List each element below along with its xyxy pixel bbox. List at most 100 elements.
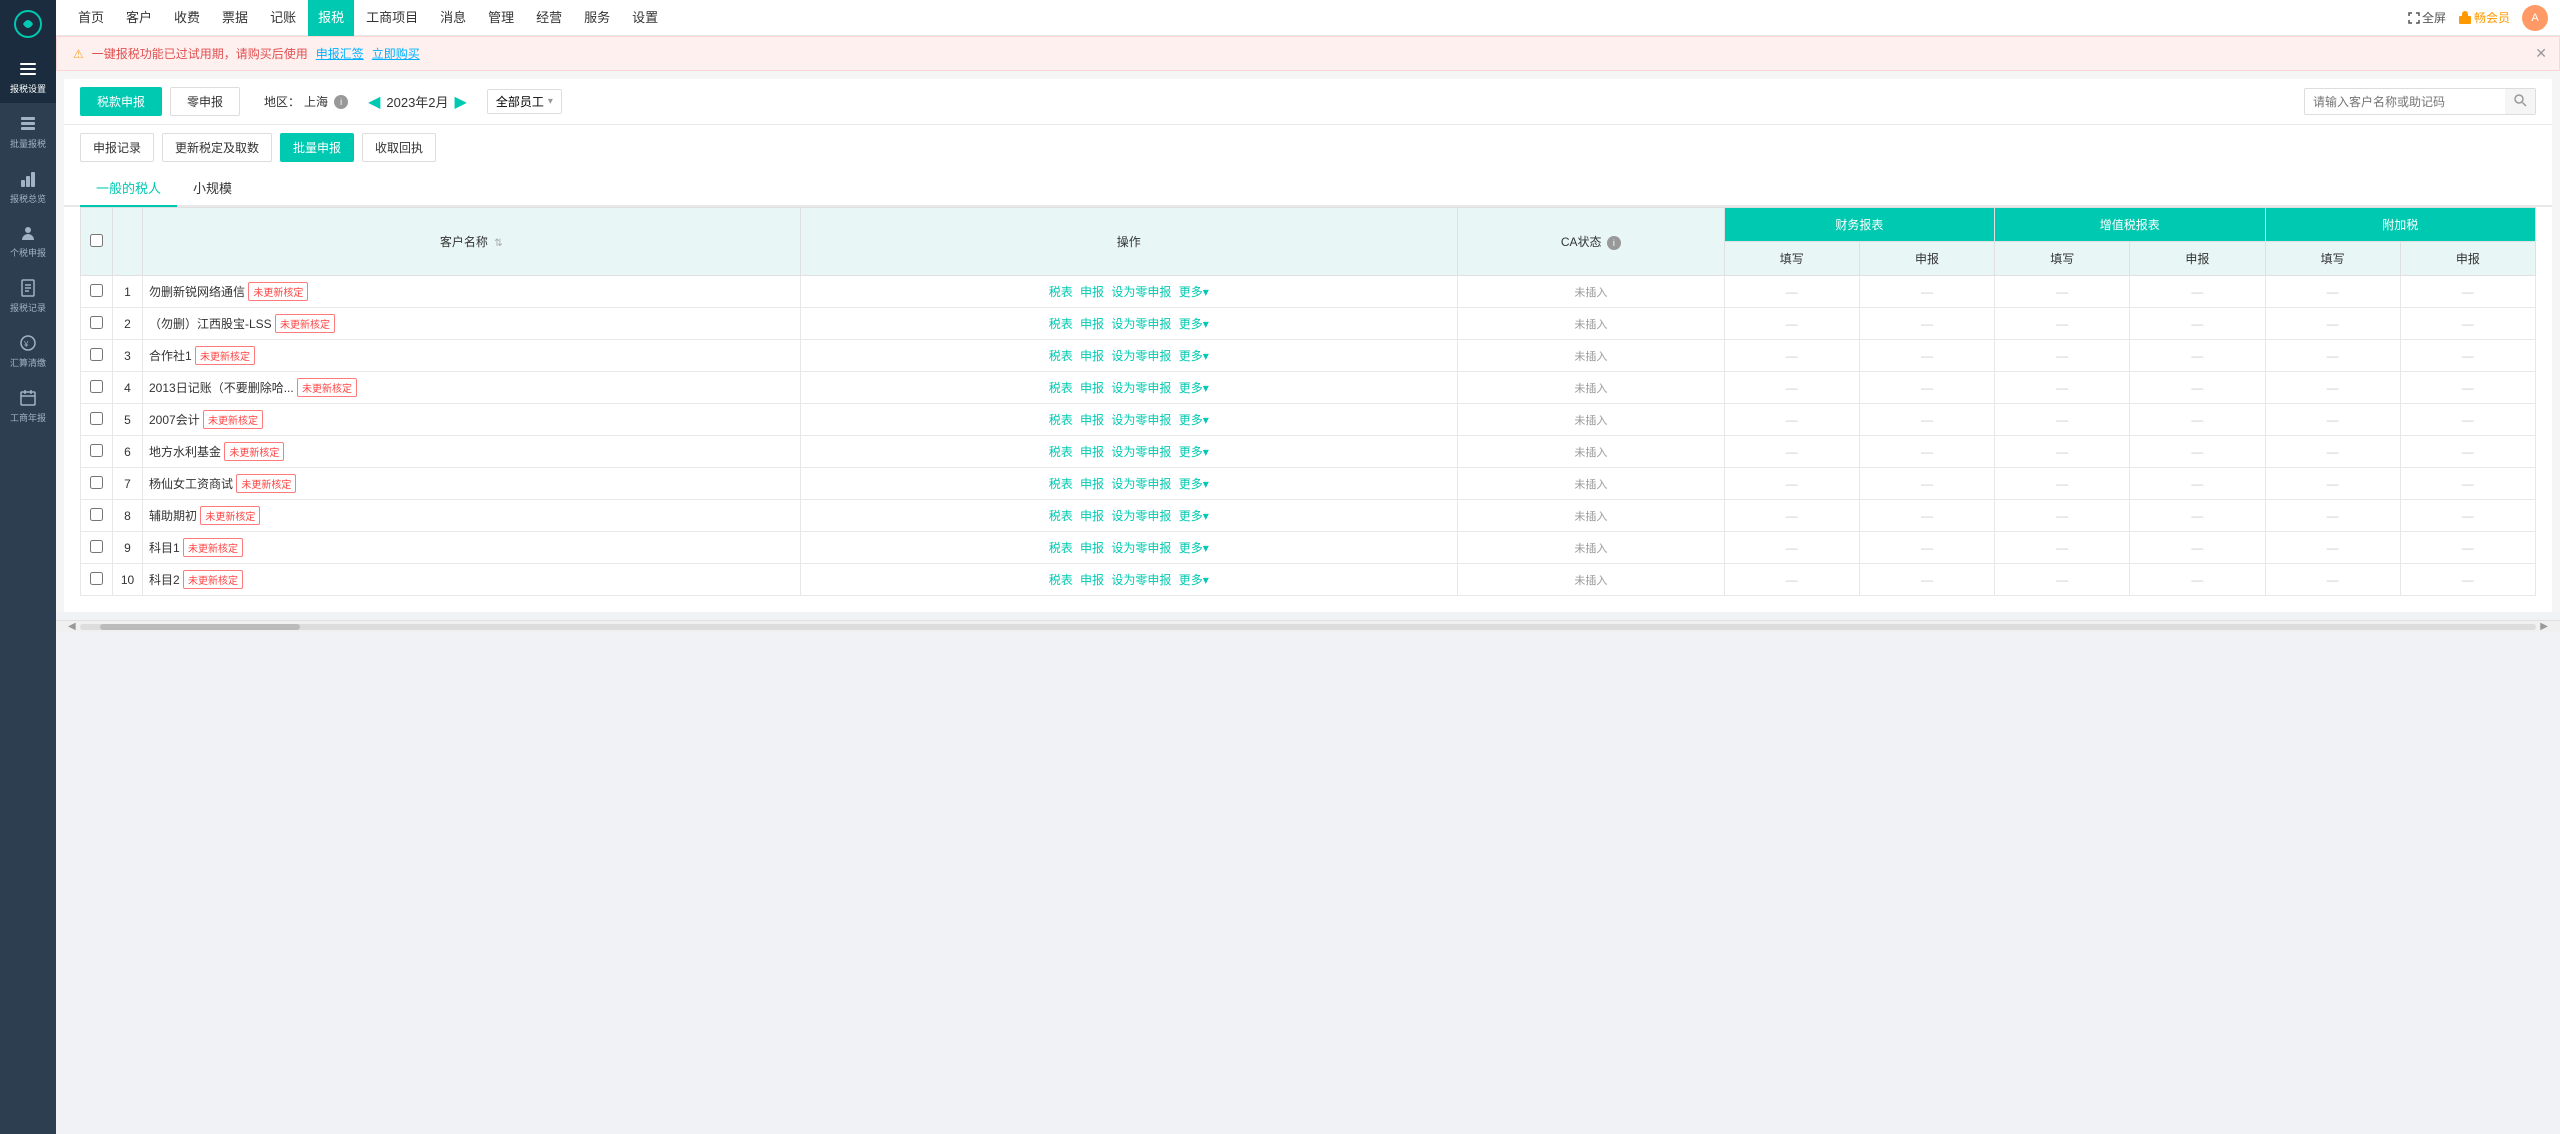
nav-service[interactable]: 服务 [574, 0, 620, 36]
row-checkbox[interactable] [90, 348, 103, 361]
row-checkbox-cell[interactable] [81, 308, 113, 340]
subtab-general[interactable]: 一般的税人 [80, 170, 177, 207]
staff-dropdown[interactable]: 全部员工 ▾ [487, 89, 562, 114]
row-checkbox-cell[interactable] [81, 532, 113, 564]
nav-operation[interactable]: 经营 [526, 0, 572, 36]
scroll-track[interactable] [80, 624, 2537, 630]
nav-accounting[interactable]: 记账 [260, 0, 306, 36]
op-apply[interactable]: 申报 [1080, 477, 1104, 491]
op-tax-table[interactable]: 税表 [1049, 317, 1073, 331]
ca-info-icon[interactable]: i [1607, 236, 1621, 250]
op-more[interactable]: 更多▾ [1179, 477, 1209, 491]
op-more[interactable]: 更多▾ [1179, 285, 1209, 299]
op-apply[interactable]: 申报 [1080, 381, 1104, 395]
row-checkbox[interactable] [90, 316, 103, 329]
op-more[interactable]: 更多▾ [1179, 509, 1209, 523]
date-next-button[interactable]: ▶ [455, 92, 467, 112]
row-checkbox-cell[interactable] [81, 276, 113, 308]
sidebar-item-personal-tax[interactable]: 个税申报 [0, 212, 56, 267]
nav-manage[interactable]: 管理 [478, 0, 524, 36]
op-apply[interactable]: 申报 [1080, 509, 1104, 523]
op-apply[interactable]: 申报 [1080, 317, 1104, 331]
row-checkbox-cell[interactable] [81, 340, 113, 372]
banner-link-buy[interactable]: 立即购买 [372, 45, 420, 62]
op-zero[interactable]: 设为零申报 [1111, 477, 1171, 491]
op-zero[interactable]: 设为零申报 [1111, 413, 1171, 427]
op-zero[interactable]: 设为零申报 [1111, 573, 1171, 587]
sidebar-item-record[interactable]: 报税记录 [0, 267, 56, 322]
tab-zero-apply[interactable]: 零申报 [170, 87, 240, 116]
banner-close-button[interactable]: ✕ [2535, 45, 2547, 62]
scroll-thumb[interactable] [100, 624, 300, 630]
row-checkbox-cell[interactable] [81, 468, 113, 500]
col-select-all[interactable] [81, 208, 113, 276]
op-tax-table[interactable]: 税表 [1049, 509, 1073, 523]
region-info-icon[interactable]: i [334, 95, 348, 109]
nav-fee[interactable]: 收费 [164, 0, 210, 36]
op-apply[interactable]: 申报 [1080, 445, 1104, 459]
op-zero[interactable]: 设为零申报 [1111, 349, 1171, 363]
member-button[interactable]: 畅会员 [2458, 9, 2510, 26]
row-checkbox[interactable] [90, 444, 103, 457]
subtab-small[interactable]: 小规模 [177, 170, 248, 207]
select-all-checkbox[interactable] [90, 234, 103, 247]
op-more[interactable]: 更多▾ [1179, 445, 1209, 459]
search-button[interactable] [2505, 89, 2535, 114]
update-quota-button[interactable]: 更新税定及取数 [162, 133, 272, 162]
op-zero[interactable]: 设为零申报 [1111, 509, 1171, 523]
sort-icon[interactable]: ⇅ [494, 238, 502, 249]
sidebar-item-annual[interactable]: 工商年报 [0, 377, 56, 432]
nav-home[interactable]: 首页 [68, 0, 114, 36]
op-apply[interactable]: 申报 [1080, 285, 1104, 299]
op-tax-table[interactable]: 税表 [1049, 477, 1073, 491]
row-checkbox-cell[interactable] [81, 564, 113, 596]
op-more[interactable]: 更多▾ [1179, 317, 1209, 331]
op-zero[interactable]: 设为零申报 [1111, 381, 1171, 395]
app-logo[interactable] [0, 0, 56, 48]
op-tax-table[interactable]: 税表 [1049, 413, 1073, 427]
fullscreen-button[interactable]: 全屏 [2408, 9, 2446, 26]
nav-tax[interactable]: 报税 [308, 0, 354, 36]
op-more[interactable]: 更多▾ [1179, 541, 1209, 555]
scroll-left-arrow[interactable]: ◀ [64, 621, 80, 632]
user-avatar[interactable]: A [2522, 5, 2548, 31]
row-checkbox[interactable] [90, 540, 103, 553]
op-tax-table[interactable]: 税表 [1049, 381, 1073, 395]
op-tax-table[interactable]: 税表 [1049, 285, 1073, 299]
row-checkbox[interactable] [90, 476, 103, 489]
row-checkbox[interactable] [90, 508, 103, 521]
op-zero[interactable]: 设为零申报 [1111, 317, 1171, 331]
op-zero[interactable]: 设为零申报 [1111, 541, 1171, 555]
op-tax-table[interactable]: 税表 [1049, 541, 1073, 555]
op-more[interactable]: 更多▾ [1179, 381, 1209, 395]
date-prev-button[interactable]: ◀ [368, 92, 380, 112]
row-checkbox[interactable] [90, 572, 103, 585]
sidebar-item-report-settings[interactable]: 报税设置 [0, 48, 56, 103]
row-checkbox-cell[interactable] [81, 436, 113, 468]
row-checkbox-cell[interactable] [81, 404, 113, 436]
nav-message[interactable]: 消息 [430, 0, 476, 36]
search-input[interactable] [2305, 91, 2505, 113]
op-apply[interactable]: 申报 [1080, 573, 1104, 587]
sidebar-item-overview[interactable]: 报税总览 [0, 158, 56, 213]
scroll-right-arrow[interactable]: ▶ [2536, 621, 2552, 632]
op-more[interactable]: 更多▾ [1179, 349, 1209, 363]
withdraw-button[interactable]: 收取回执 [362, 133, 436, 162]
op-more[interactable]: 更多▾ [1179, 413, 1209, 427]
sidebar-item-settlement[interactable]: ¥ 汇算清缴 [0, 322, 56, 377]
apply-record-button[interactable]: 申报记录 [80, 133, 154, 162]
op-apply[interactable]: 申报 [1080, 541, 1104, 555]
batch-apply-button[interactable]: 批量申报 [280, 133, 354, 162]
op-more[interactable]: 更多▾ [1179, 573, 1209, 587]
op-tax-table[interactable]: 税表 [1049, 445, 1073, 459]
row-checkbox[interactable] [90, 284, 103, 297]
op-zero[interactable]: 设为零申报 [1111, 285, 1171, 299]
tab-tax-apply[interactable]: 税款申报 [80, 87, 162, 116]
row-checkbox-cell[interactable] [81, 372, 113, 404]
op-zero[interactable]: 设为零申报 [1111, 445, 1171, 459]
nav-customer[interactable]: 客户 [116, 0, 162, 36]
nav-settings[interactable]: 设置 [622, 0, 668, 36]
op-tax-table[interactable]: 税表 [1049, 349, 1073, 363]
nav-invoice[interactable]: 票据 [212, 0, 258, 36]
row-checkbox-cell[interactable] [81, 500, 113, 532]
